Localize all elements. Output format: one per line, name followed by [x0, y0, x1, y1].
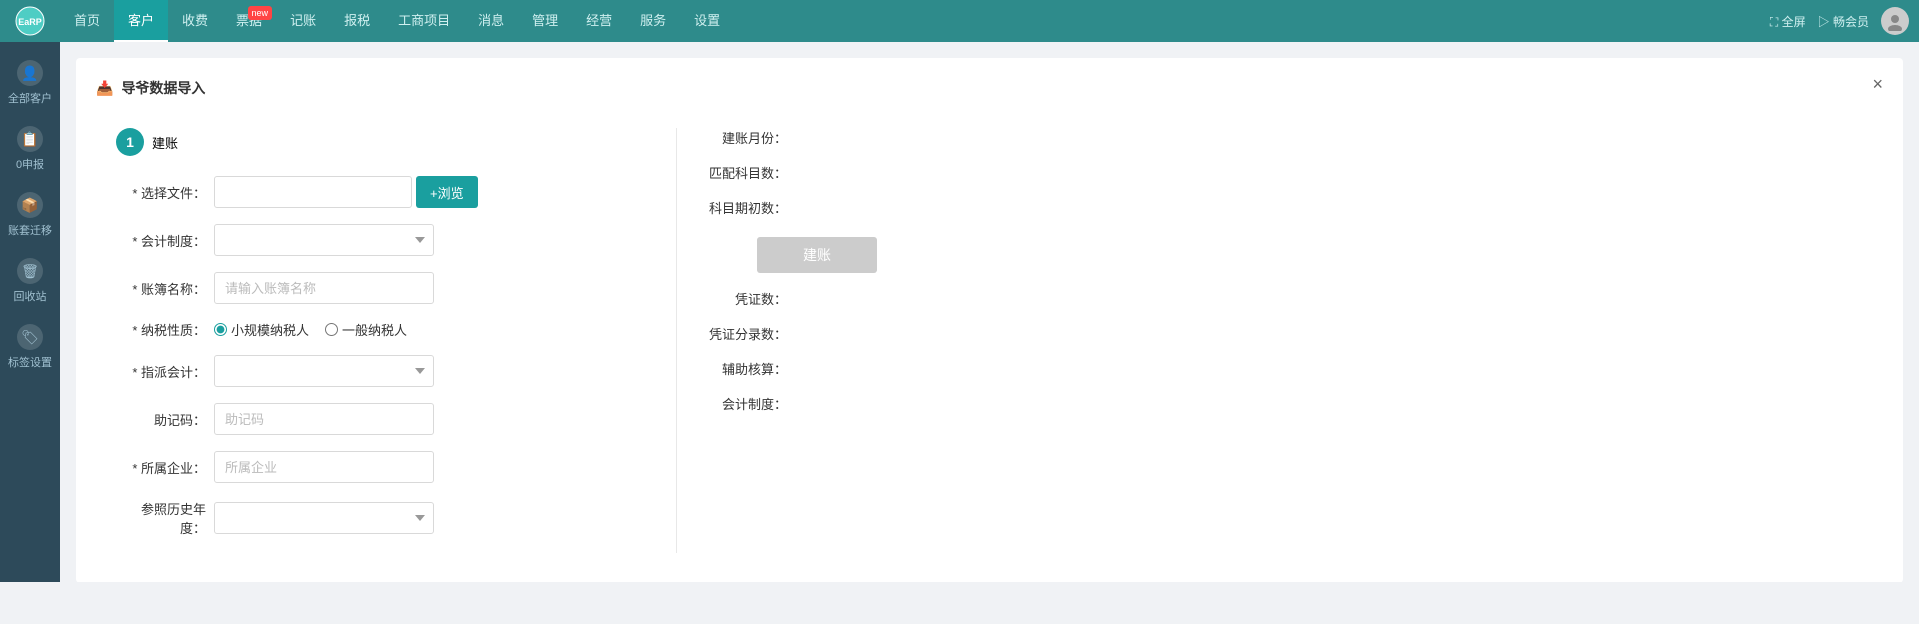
company-input[interactable]	[214, 451, 434, 483]
nav-tickets[interactable]: 票据 new	[222, 0, 276, 42]
page-title: 导爷数据导入	[121, 78, 205, 98]
accountant-row: * 指派会计：	[116, 355, 636, 387]
month-label: 建账月份：	[697, 128, 787, 147]
step-badge: 1	[116, 128, 144, 156]
tax-radio-group: 小规模纳税人 一般纳税人	[214, 320, 407, 339]
svg-text:EaRP: EaRP	[18, 17, 42, 27]
auxiliary-label: 辅助核算：	[697, 359, 787, 378]
small-taxpayer-radio[interactable]	[214, 323, 227, 336]
file-row: * 选择文件： +浏览	[116, 176, 636, 208]
ledger-input[interactable]	[214, 272, 434, 304]
sidebar: 👤 全部客户 📋 0申报 📦 账套迁移 🗑 回收站 🏷 标签设置	[0, 42, 60, 582]
sidebar-item-all-customers[interactable]: 👤 全部客户	[2, 52, 58, 114]
sidebar-item-label: 0申报	[16, 156, 44, 172]
tax-label: * 纳税性质：	[116, 320, 206, 339]
sidebar-item-recycle[interactable]: 🗑 回收站	[2, 250, 58, 312]
nav-business[interactable]: 工商项目	[384, 0, 464, 42]
main-content: 📥 导爷数据导入 × 1 建账 * 选择文件： +浏览	[60, 42, 1919, 582]
voucher-row: 凭证数：	[697, 289, 1863, 308]
nav-billing[interactable]: 收费	[168, 0, 222, 42]
user-avatar[interactable]	[1881, 7, 1909, 35]
auxiliary-row: 辅助核算：	[697, 359, 1863, 378]
form-right: 建账月份： 匹配科目数： 科目期初数： 建账 凭证数：	[676, 128, 1863, 553]
company-label: * 所属企业：	[116, 458, 206, 477]
general-taxpayer-radio[interactable]	[325, 323, 338, 336]
voucher-entries-row: 凭证分录数：	[697, 324, 1863, 343]
nav-bookkeeping[interactable]: 记账	[276, 0, 330, 42]
page-card: 📥 导爷数据导入 × 1 建账 * 选择文件： +浏览	[76, 58, 1903, 582]
ledger-row: * 账簿名称：	[116, 272, 636, 304]
nav-right-area: ⛶ 全屏 ▷ 畅会员	[1770, 7, 1909, 35]
ledger-label: * 账簿名称：	[116, 279, 206, 298]
page-header: 📥 导爷数据导入	[96, 78, 1883, 98]
build-account-button[interactable]: 建账	[757, 237, 877, 273]
year-label: 参照历史年度：	[116, 499, 206, 537]
all-customers-icon: 👤	[17, 60, 43, 86]
initial-label: 科目期初数：	[697, 198, 787, 217]
import-icon: 📥	[96, 80, 113, 97]
initial-row: 科目期初数：	[697, 198, 1863, 217]
file-input[interactable]	[214, 176, 412, 208]
form-container: 1 建账 * 选择文件： +浏览 * 会计制度：	[96, 118, 1883, 563]
step-header: 1 建账	[116, 128, 636, 156]
file-label: * 选择文件：	[116, 183, 206, 202]
new-badge: new	[248, 6, 273, 20]
close-button[interactable]: ×	[1872, 74, 1883, 95]
tag-icon: 🏷	[17, 324, 43, 350]
account-migration-icon: 📦	[17, 192, 43, 218]
nav-tax[interactable]: 报税	[330, 0, 384, 42]
nav-settings[interactable]: 设置	[680, 0, 734, 42]
zero-declare-icon: 📋	[17, 126, 43, 152]
form-left: 1 建账 * 选择文件： +浏览 * 会计制度：	[116, 128, 636, 553]
general-taxpayer-label: 一般纳税人	[342, 320, 407, 339]
accounting-row: * 会计制度：	[116, 224, 636, 256]
nav-service[interactable]: 服务	[626, 0, 680, 42]
sidebar-item-label: 全部客户	[8, 90, 52, 106]
recycle-icon: 🗑	[17, 258, 43, 284]
memo-label: 助记码：	[116, 410, 206, 429]
nav-admin[interactable]: 管理	[518, 0, 572, 42]
sidebar-item-zero-declare[interactable]: 📋 0申报	[2, 118, 58, 180]
sidebar-item-label: 回收站	[14, 288, 47, 304]
build-btn-container: 建账	[757, 237, 1863, 273]
accounting-label: * 会计制度：	[116, 231, 206, 250]
nav-home[interactable]: 首页	[60, 0, 114, 42]
match-label: 匹配科目数：	[697, 163, 787, 182]
nav-operations[interactable]: 经营	[572, 0, 626, 42]
accountant-label: * 指派会计：	[116, 362, 206, 381]
accounting-system-row: 会计制度：	[697, 394, 1863, 413]
browse-button[interactable]: +浏览	[416, 176, 478, 208]
small-taxpayer-option[interactable]: 小规模纳税人	[214, 320, 309, 339]
app-logo: EaRP	[10, 1, 50, 41]
nav-customers[interactable]: 客户	[114, 0, 168, 42]
year-select[interactable]	[214, 502, 434, 534]
month-row: 建账月份：	[697, 128, 1863, 147]
small-taxpayer-label: 小规模纳税人	[231, 320, 309, 339]
general-taxpayer-option[interactable]: 一般纳税人	[325, 320, 407, 339]
match-row: 匹配科目数：	[697, 163, 1863, 182]
year-row: 参照历史年度：	[116, 499, 636, 537]
accounting-select[interactable]	[214, 224, 434, 256]
member-btn[interactable]: ▷ 畅会员	[1818, 13, 1869, 30]
sidebar-item-label: 账套迁移	[8, 222, 52, 238]
voucher-label: 凭证数：	[697, 289, 787, 308]
tax-row: * 纳税性质： 小规模纳税人 一般纳税人	[116, 320, 636, 339]
voucher-entries-label: 凭证分录数：	[697, 324, 787, 343]
sidebar-item-label: 标签设置	[8, 354, 52, 370]
nav-message[interactable]: 消息	[464, 0, 518, 42]
sidebar-item-account-migration[interactable]: 📦 账套迁移	[2, 184, 58, 246]
file-input-group: +浏览	[214, 176, 434, 208]
sidebar-item-tag-settings[interactable]: 🏷 标签设置	[2, 316, 58, 378]
memo-row: 助记码：	[116, 403, 636, 435]
accounting-system-label: 会计制度：	[697, 394, 787, 413]
accountant-select[interactable]	[214, 355, 434, 387]
top-nav: EaRP 首页 客户 收费 票据 new 记账 报税 工商项目 消息 管理 经营…	[0, 0, 1919, 42]
fullscreen-btn[interactable]: ⛶ 全屏	[1770, 13, 1806, 30]
memo-input[interactable]	[214, 403, 434, 435]
step-label: 建账	[152, 133, 178, 152]
company-row: * 所属企业：	[116, 451, 636, 483]
